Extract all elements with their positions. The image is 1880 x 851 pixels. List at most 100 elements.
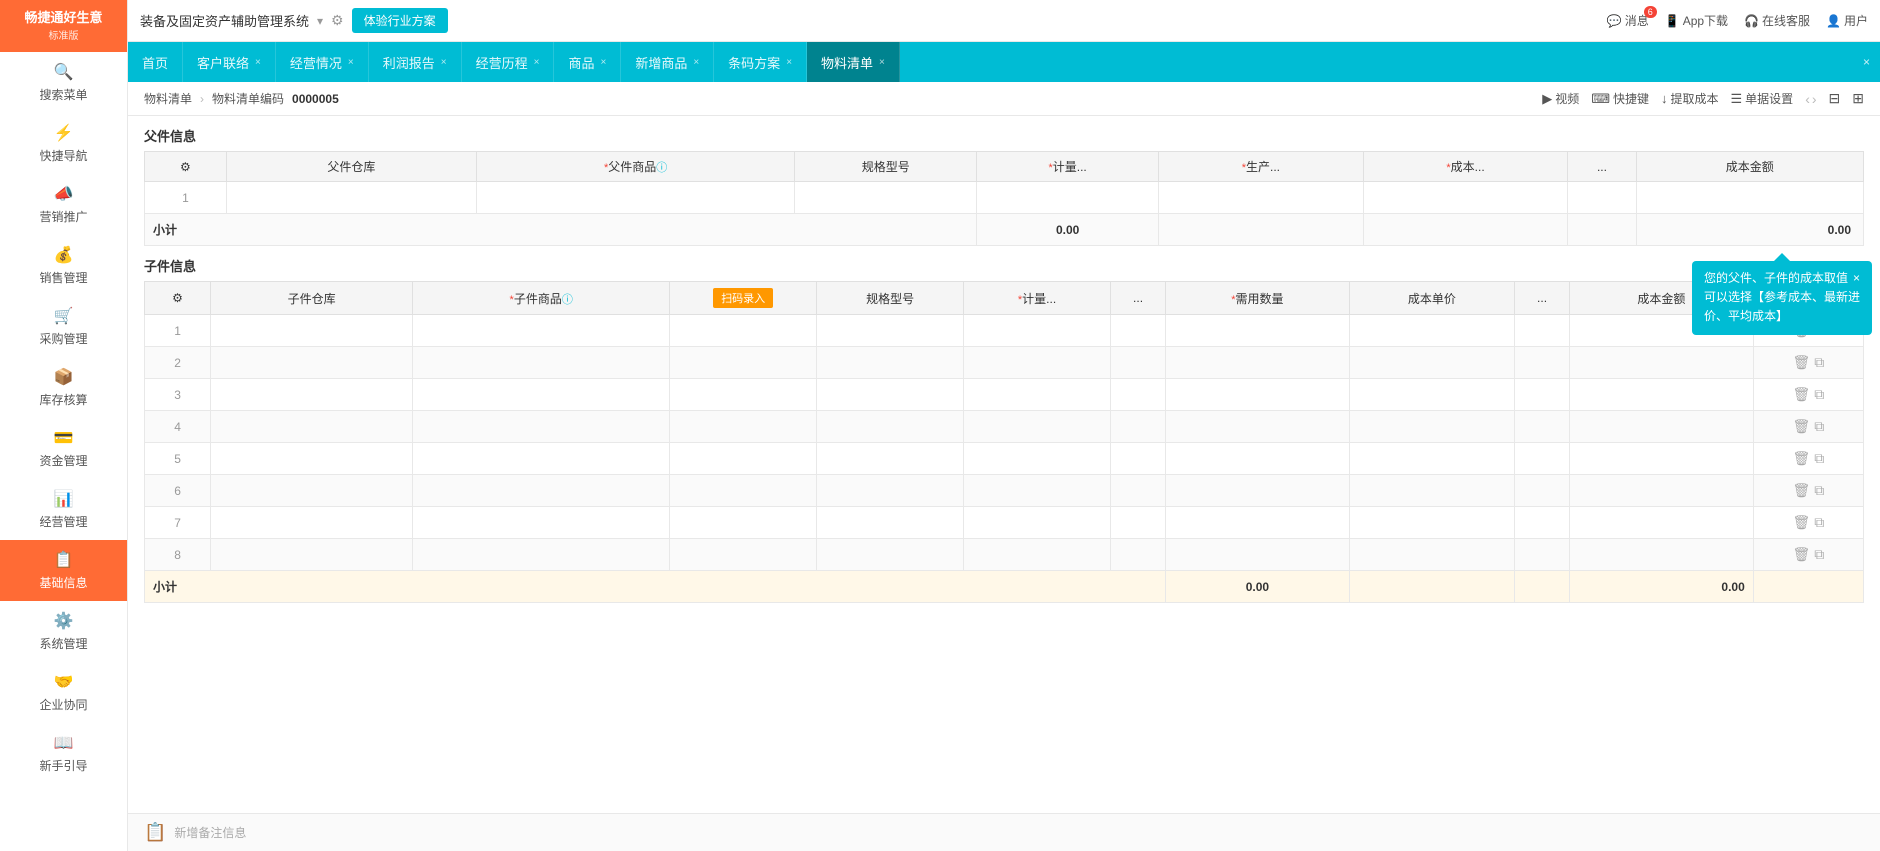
trial-button[interactable]: 体验行业方案 xyxy=(352,8,448,33)
tab-products[interactable]: 商品 × xyxy=(554,42,621,82)
child-warehouse-cell-2[interactable] xyxy=(211,347,413,379)
tab-customer[interactable]: 客户联络 × xyxy=(183,42,276,82)
child-qty-cell-2[interactable] xyxy=(1166,347,1350,379)
copy-row-button-3[interactable]: ⧉ xyxy=(1814,386,1824,403)
child-qty-cell-3[interactable] xyxy=(1166,379,1350,411)
view-video-button[interactable]: ▶ 视频 xyxy=(1542,90,1579,107)
child-qty-cell-4[interactable] xyxy=(1166,411,1350,443)
sidebar-item-system[interactable]: ⚙️ 系统管理 xyxy=(0,601,127,662)
tooltip-close-button[interactable]: × xyxy=(1853,269,1860,288)
child-product-cell-6[interactable] xyxy=(413,475,670,507)
child-qty-cell-6[interactable] xyxy=(1166,475,1350,507)
note-hint[interactable]: 新增备注信息 xyxy=(174,824,246,841)
child-price-cell-7[interactable] xyxy=(1349,507,1514,539)
copy-row-button-8[interactable]: ⧉ xyxy=(1814,546,1824,563)
child-unit-cell-6[interactable] xyxy=(964,475,1111,507)
sidebar-item-quick-nav[interactable]: ⚡ 快捷导航 xyxy=(0,113,127,174)
parent-spec-cell[interactable] xyxy=(795,182,977,214)
tab-close-icon[interactable]: × xyxy=(255,57,261,68)
child-warehouse-cell-4[interactable] xyxy=(211,411,413,443)
delete-row-button-6[interactable]: 🗑 xyxy=(1792,482,1810,499)
sidebar-item-finance[interactable]: 💳 资金管理 xyxy=(0,418,127,479)
online-service-button[interactable]: 🎧 在线客服 xyxy=(1744,12,1810,29)
child-product-cell-3[interactable] xyxy=(413,379,670,411)
sidebar-item-basic-info[interactable]: 📋 基础信息 xyxy=(0,540,127,601)
grid-view-button[interactable]: ⊟ xyxy=(1829,90,1841,107)
delete-row-button-4[interactable]: 🗑 xyxy=(1792,418,1810,435)
child-col-config[interactable]: ⚙ xyxy=(145,282,211,315)
sidebar-item-sales[interactable]: 💰 销售管理 xyxy=(0,235,127,296)
child-warehouse-cell-5[interactable] xyxy=(211,443,413,475)
parent-unit-cell[interactable] xyxy=(977,182,1159,214)
tab-close-icon[interactable]: × xyxy=(600,57,606,68)
child-price-cell-4[interactable] xyxy=(1349,411,1514,443)
child-product-cell-4[interactable] xyxy=(413,411,670,443)
parent-col-config[interactable]: ⚙ xyxy=(145,152,227,182)
extract-cost-button[interactable]: ↓ 提取成本 xyxy=(1661,90,1719,107)
child-warehouse-cell-6[interactable] xyxy=(211,475,413,507)
parent-prod-cell[interactable] xyxy=(1159,182,1364,214)
next-record-button[interactable]: › xyxy=(1812,91,1817,107)
delete-row-button-7[interactable]: 🗑 xyxy=(1792,514,1810,531)
child-price-cell-1[interactable] xyxy=(1349,315,1514,347)
copy-row-button-7[interactable]: ⧉ xyxy=(1814,514,1824,531)
user-button[interactable]: 👤 用户 xyxy=(1826,12,1868,29)
copy-row-button-6[interactable]: ⧉ xyxy=(1814,482,1824,499)
child-price-cell-8[interactable] xyxy=(1349,539,1514,571)
child-unit-cell-7[interactable] xyxy=(964,507,1111,539)
tab-new-product[interactable]: 新增商品 × xyxy=(621,42,714,82)
scan-input-button[interactable]: 扫码录入 xyxy=(713,288,773,308)
child-spec-cell-2[interactable] xyxy=(817,347,964,379)
child-spec-cell-3[interactable] xyxy=(817,379,964,411)
child-qty-cell-8[interactable] xyxy=(1166,539,1350,571)
child-price-cell-3[interactable] xyxy=(1349,379,1514,411)
shortcut-button[interactable]: ⌨ 快捷键 xyxy=(1591,90,1649,107)
child-price-cell-5[interactable] xyxy=(1349,443,1514,475)
copy-row-button-5[interactable]: ⧉ xyxy=(1814,450,1824,467)
sidebar-item-operations[interactable]: 📊 经营管理 xyxy=(0,479,127,540)
sidebar-item-purchase[interactable]: 🛒 采购管理 xyxy=(0,296,127,357)
delete-row-button-8[interactable]: 🗑 xyxy=(1792,546,1810,563)
child-unit-cell-8[interactable] xyxy=(964,539,1111,571)
tab-history[interactable]: 经营历程 × xyxy=(462,42,555,82)
gear-icon[interactable]: ⚙ xyxy=(331,12,344,29)
child-unit-cell-4[interactable] xyxy=(964,411,1111,443)
tab-profit[interactable]: 利润报告 × xyxy=(369,42,462,82)
tab-close-icon[interactable]: × xyxy=(534,57,540,68)
parent-warehouse-cell[interactable] xyxy=(226,182,476,214)
tab-close-icon[interactable]: × xyxy=(879,57,885,68)
child-product-cell-8[interactable] xyxy=(413,539,670,571)
child-spec-cell-8[interactable] xyxy=(817,539,964,571)
child-spec-cell-7[interactable] xyxy=(817,507,964,539)
sidebar-item-inventory[interactable]: 📦 库存核算 xyxy=(0,357,127,418)
child-product-cell-2[interactable] xyxy=(413,347,670,379)
delete-row-button-5[interactable]: 🗑 xyxy=(1792,450,1810,467)
table-view-button[interactable]: ⊞ xyxy=(1852,90,1864,107)
child-warehouse-cell-3[interactable] xyxy=(211,379,413,411)
child-product-cell-1[interactable] xyxy=(413,315,670,347)
close-all-tabs-button[interactable]: × xyxy=(1853,42,1880,82)
child-product-cell-5[interactable] xyxy=(413,443,670,475)
app-download-button[interactable]: 📱 App下载 xyxy=(1665,12,1728,29)
tab-close-icon[interactable]: × xyxy=(786,57,792,68)
delete-row-button-2[interactable]: 🗑 xyxy=(1792,354,1810,371)
child-price-cell-6[interactable] xyxy=(1349,475,1514,507)
message-button[interactable]: 💬 6 消息 xyxy=(1606,12,1648,29)
sidebar-item-enterprise[interactable]: 🤝 企业协同 xyxy=(0,662,127,723)
tab-close-icon[interactable]: × xyxy=(693,57,699,68)
prev-record-button[interactable]: ‹ xyxy=(1805,91,1810,107)
tab-close-icon[interactable]: × xyxy=(441,57,447,68)
child-unit-cell-3[interactable] xyxy=(964,379,1111,411)
tab-close-icon[interactable]: × xyxy=(348,57,354,68)
child-spec-cell-4[interactable] xyxy=(817,411,964,443)
child-product-cell-7[interactable] xyxy=(413,507,670,539)
child-qty-cell-1[interactable] xyxy=(1166,315,1350,347)
tab-operations[interactable]: 经营情况 × xyxy=(276,42,369,82)
delete-row-button-3[interactable]: 🗑 xyxy=(1792,386,1810,403)
tab-home[interactable]: 首页 xyxy=(128,42,183,82)
sidebar-item-marketing[interactable]: 📣 营销推广 xyxy=(0,174,127,235)
child-unit-cell-2[interactable] xyxy=(964,347,1111,379)
child-unit-cell-1[interactable] xyxy=(964,315,1111,347)
child-price-cell-2[interactable] xyxy=(1349,347,1514,379)
copy-row-button-4[interactable]: ⧉ xyxy=(1814,418,1824,435)
